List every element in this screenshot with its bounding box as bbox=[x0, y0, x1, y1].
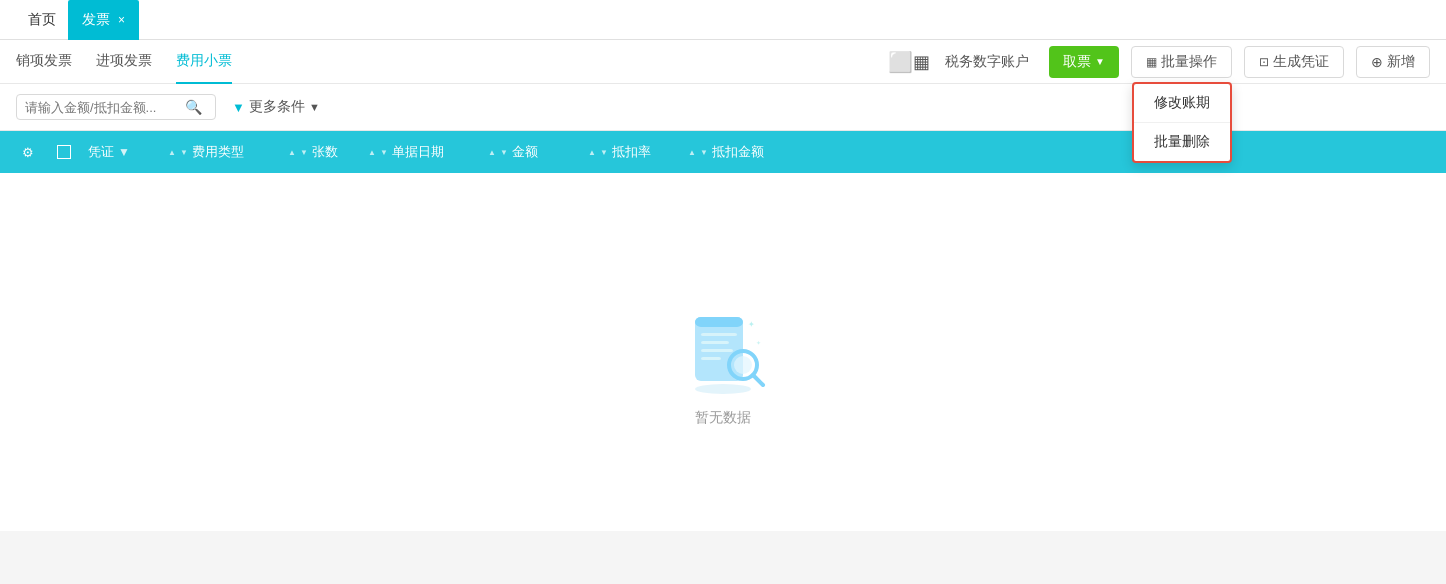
th-check[interactable] bbox=[48, 145, 80, 159]
nav-home[interactable]: 首页 bbox=[16, 0, 68, 40]
select-all-checkbox[interactable] bbox=[57, 145, 71, 159]
sub-nav: 销项发票 进项发票 费用小票 ⬜ ▦ 税务数字账户 取票 ▼ ▦ 批量操作 修改… bbox=[0, 40, 1446, 84]
th-amount-label: 金额 bbox=[512, 143, 538, 161]
empty-text: 暂无数据 bbox=[695, 409, 751, 427]
content-area: ⚙ 凭证 ▼ ▲ ▼ 费用类型 ▲ ▼ 张数 ▲ ▼ 单据日期 ▲ ▼ 金额 bbox=[0, 131, 1446, 531]
sort-down-rate-icon: ▼ bbox=[600, 148, 608, 157]
batch-op-label: 批量操作 bbox=[1161, 53, 1217, 71]
sub-nav-right: ⬜ ▦ 税务数字账户 取票 ▼ ▦ 批量操作 修改账期 批量删除 ⊡ 生成凭证 … bbox=[893, 46, 1430, 78]
dropdown-item-batch-delete[interactable]: 批量删除 bbox=[1134, 122, 1230, 161]
th-gear[interactable]: ⚙ bbox=[8, 145, 48, 160]
sort-down-amount-icon: ▼ bbox=[500, 148, 508, 157]
qr-icon: ⬜ bbox=[888, 50, 913, 74]
th-date: ▲ ▼ 单据日期 bbox=[360, 143, 480, 161]
th-count-label: 张数 bbox=[312, 143, 338, 161]
sort-up-deduct-icon: ▲ bbox=[688, 148, 696, 157]
batch-op-wrap: ▦ 批量操作 修改账期 批量删除 bbox=[1131, 46, 1232, 78]
tab-purchase-invoice[interactable]: 进项发票 bbox=[96, 40, 152, 84]
qr-code-button[interactable]: ⬜ ▦ bbox=[893, 46, 925, 78]
sort-down-date-icon: ▼ bbox=[380, 148, 388, 157]
nav-tab-invoice[interactable]: 发票 × bbox=[68, 0, 139, 40]
svg-point-0 bbox=[695, 384, 751, 394]
sort-down-count-icon: ▼ bbox=[300, 148, 308, 157]
th-rate: ▲ ▼ 抵扣率 bbox=[580, 143, 680, 161]
generate-icon: ⊡ bbox=[1259, 55, 1269, 69]
th-deduct-label: 抵扣金额 bbox=[712, 143, 764, 161]
empty-state: ✦ ✦ 暂无数据 bbox=[0, 173, 1446, 531]
empty-illustration: ✦ ✦ bbox=[673, 297, 773, 397]
batch-dropdown-menu: 修改账期 批量删除 bbox=[1132, 82, 1232, 163]
add-new-button[interactable]: ⊕ 新增 bbox=[1356, 46, 1430, 78]
gear-icon: ⚙ bbox=[22, 145, 34, 160]
th-expense-label: 费用类型 bbox=[192, 143, 244, 161]
svg-rect-2 bbox=[695, 317, 743, 327]
svg-text:✦: ✦ bbox=[756, 340, 761, 346]
sort-down-deduct-icon: ▼ bbox=[700, 148, 708, 157]
take-ticket-button[interactable]: 取票 ▼ bbox=[1049, 46, 1119, 78]
th-voucher-label: 凭证 bbox=[88, 143, 114, 161]
th-amount: ▲ ▼ 金额 bbox=[480, 143, 580, 161]
svg-rect-5 bbox=[701, 349, 733, 352]
filter-icon: ▼ bbox=[232, 100, 245, 115]
svg-rect-3 bbox=[701, 333, 737, 336]
nav-tab-label: 发票 bbox=[82, 11, 110, 29]
sort-down-icon: ▼ bbox=[180, 148, 188, 157]
dropdown-item-change-period[interactable]: 修改账期 bbox=[1134, 84, 1230, 122]
th-expense: ▲ ▼ 费用类型 bbox=[160, 143, 280, 161]
more-filter-label: 更多条件 bbox=[249, 98, 305, 116]
search-icon: 🔍 bbox=[185, 99, 202, 115]
generate-voucher-label: 生成凭证 bbox=[1273, 53, 1329, 71]
sort-up-amount-icon: ▲ bbox=[488, 148, 496, 157]
filter-table-icon[interactable]: ▼ bbox=[118, 145, 130, 159]
add-circle-icon: ⊕ bbox=[1371, 54, 1383, 70]
top-nav: 首页 发票 × bbox=[0, 0, 1446, 40]
chevron-down-icon: ▼ bbox=[309, 101, 320, 113]
sort-up-icon: ▲ bbox=[168, 148, 176, 157]
add-new-label: 新增 bbox=[1387, 53, 1415, 71]
sort-up-rate-icon: ▲ bbox=[588, 148, 596, 157]
qr-grid-icon: ▦ bbox=[913, 51, 930, 73]
svg-rect-4 bbox=[701, 341, 729, 344]
batch-icon: ▦ bbox=[1146, 55, 1157, 69]
tab-expense-receipt[interactable]: 费用小票 bbox=[176, 40, 232, 84]
svg-point-8 bbox=[734, 356, 752, 374]
th-count: ▲ ▼ 张数 bbox=[280, 143, 360, 161]
tax-account-button[interactable]: 税务数字账户 bbox=[937, 53, 1037, 71]
sub-nav-left: 销项发票 进项发票 费用小票 bbox=[16, 40, 232, 84]
th-date-label: 单据日期 bbox=[392, 143, 444, 161]
search-input[interactable] bbox=[25, 100, 185, 115]
th-deduct: ▲ ▼ 抵扣金额 bbox=[680, 143, 1438, 161]
tax-account-label: 税务数字账户 bbox=[945, 53, 1029, 71]
batch-op-button[interactable]: ▦ 批量操作 bbox=[1131, 46, 1232, 78]
svg-text:✦: ✦ bbox=[748, 320, 755, 329]
chevron-down-icon: ▼ bbox=[1095, 56, 1105, 67]
svg-line-9 bbox=[753, 375, 763, 385]
sort-up-date-icon: ▲ bbox=[368, 148, 376, 157]
th-voucher: 凭证 ▼ bbox=[80, 143, 160, 161]
search-input-wrap: 🔍 bbox=[16, 94, 216, 120]
more-filter-button[interactable]: ▼ 更多条件 ▼ bbox=[232, 98, 320, 116]
tab-sales-invoice[interactable]: 销项发票 bbox=[16, 40, 72, 84]
generate-voucher-button[interactable]: ⊡ 生成凭证 bbox=[1244, 46, 1344, 78]
take-ticket-label: 取票 bbox=[1063, 53, 1091, 71]
svg-rect-6 bbox=[701, 357, 721, 360]
sort-up-count-icon: ▲ bbox=[288, 148, 296, 157]
th-rate-label: 抵扣率 bbox=[612, 143, 651, 161]
close-tab-icon[interactable]: × bbox=[118, 13, 125, 27]
